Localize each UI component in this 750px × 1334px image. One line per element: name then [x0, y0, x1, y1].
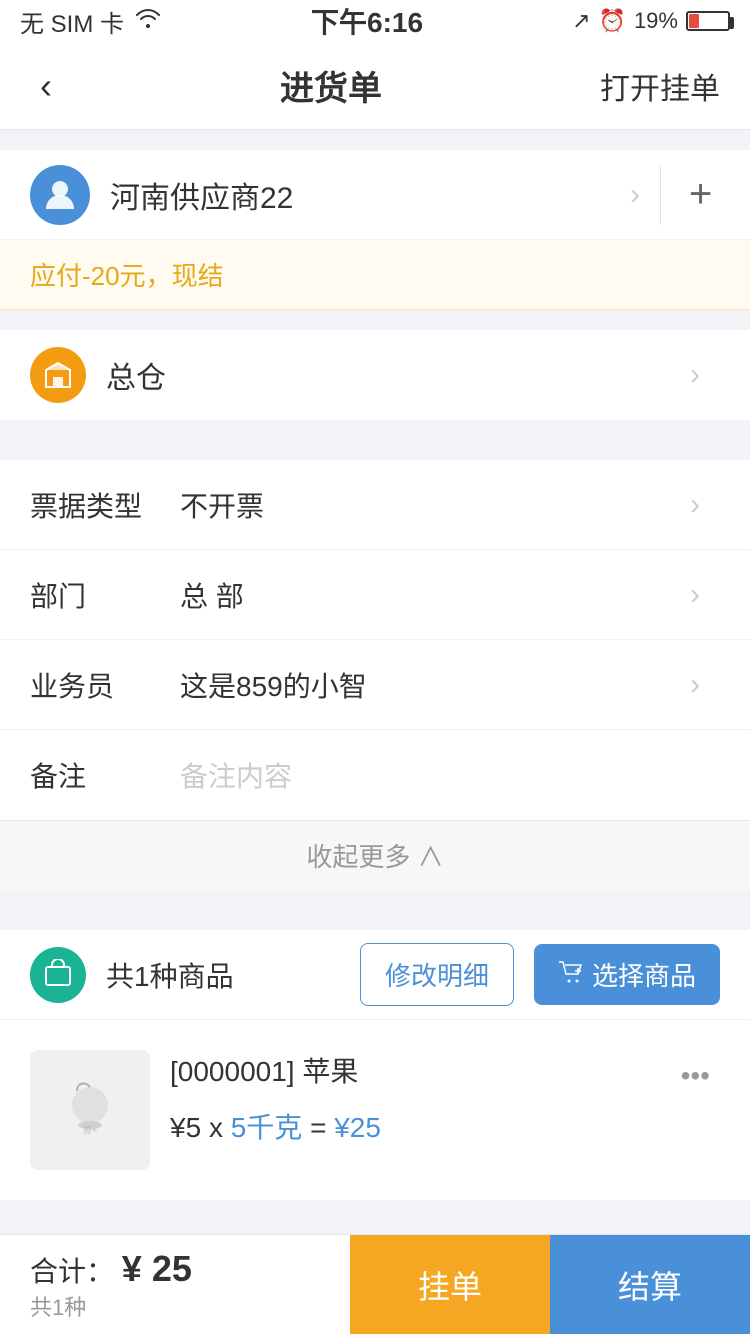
select-products-label: 选择商品: [592, 956, 696, 993]
department-chevron-icon: ›: [690, 578, 700, 612]
salesman-row[interactable]: 业务员 这是859的小智 ›: [0, 640, 750, 730]
product-name: [0000001] 苹果: [170, 1050, 651, 1090]
footer-total-row: 合计： ¥ 25: [30, 1248, 320, 1290]
footer-total-amount: ¥ 25: [122, 1248, 192, 1289]
location-icon: ↗: [572, 8, 590, 34]
chevron-right-icon: ›: [630, 178, 640, 212]
back-button[interactable]: ‹: [30, 55, 62, 117]
product-item: 兽+ [0000001] 苹果 ¥5 x 5千克 = ¥25 •••: [0, 1020, 750, 1200]
remark-row[interactable]: 备注 备注内容: [0, 730, 750, 820]
open-hang-button[interactable]: 打开挂单: [600, 64, 720, 108]
products-header: 共1种商品 修改明细 选择商品: [0, 930, 750, 1020]
product-menu-button[interactable]: •••: [671, 1050, 720, 1102]
product-quantity: 5千克: [231, 1112, 303, 1143]
warning-banner: 应付-20元，现结: [0, 240, 750, 310]
status-bar: 无 SIM 卡 下午6:16 ↗ ⏰ 19%: [0, 0, 750, 42]
remark-label: 备注: [30, 755, 160, 795]
section-gap-4: [0, 890, 750, 910]
products-section: 共1种商品 修改明细 选择商品 兽+: [0, 930, 750, 1200]
invoice-chevron-icon: ›: [690, 488, 700, 522]
carrier-text: 无 SIM 卡: [20, 4, 124, 39]
product-total: ¥25: [334, 1112, 381, 1143]
edit-details-button[interactable]: 修改明细: [360, 943, 514, 1006]
products-icon: [30, 947, 86, 1003]
warehouse-card[interactable]: 总仓 ›: [0, 330, 750, 420]
warehouse-name: 总仓: [106, 353, 690, 397]
salesman-label: 业务员: [30, 665, 160, 705]
product-thumbnail: 兽+: [30, 1050, 150, 1170]
collapse-button[interactable]: 收起更多 ∧: [0, 820, 750, 890]
wifi-icon: [134, 7, 162, 35]
supplier-name: 河南供应商22: [110, 173, 630, 217]
department-row[interactable]: 部门 总 部 ›: [0, 550, 750, 640]
salesman-value: 这是859的小智: [160, 665, 690, 705]
svg-text:兽+: 兽+: [83, 1124, 97, 1135]
battery-percent: 19%: [634, 8, 678, 34]
supplier-row[interactable]: 河南供应商22 › +: [0, 150, 750, 240]
products-count: 共1种商品: [106, 955, 340, 995]
select-products-button[interactable]: 选择商品: [534, 944, 720, 1005]
department-value: 总 部: [160, 575, 690, 615]
warehouse-chevron-icon: ›: [690, 358, 700, 392]
invoice-type-value: 不开票: [160, 485, 690, 525]
invoice-type-label: 票据类型: [30, 485, 160, 525]
status-time: 下午6:16: [311, 1, 423, 41]
warehouse-row[interactable]: 总仓 ›: [0, 330, 750, 420]
section-gap-1: [0, 130, 750, 150]
salesman-chevron-icon: ›: [690, 668, 700, 702]
status-left: 无 SIM 卡: [20, 4, 162, 39]
section-gap-3: [0, 420, 750, 440]
department-label: 部门: [30, 575, 160, 615]
hang-button[interactable]: 挂单: [350, 1235, 550, 1334]
warehouse-icon: [30, 347, 86, 403]
footer-total: 合计： ¥ 25 共1种: [0, 1248, 350, 1322]
footer-total-label: 合计：: [30, 1256, 114, 1287]
supplier-avatar: [30, 165, 90, 225]
page-title: 进货单: [280, 61, 382, 110]
product-price: ¥5 x 5千克 = ¥25: [170, 1106, 651, 1146]
form-section: 票据类型 不开票 › 部门 总 部 › 业务员 这是859的小智 › 备注 备注…: [0, 460, 750, 820]
status-right: ↗ ⏰ 19%: [572, 8, 730, 34]
nav-bar: ‹ 进货单 打开挂单: [0, 42, 750, 130]
product-code: [0000001]: [170, 1056, 295, 1087]
alarm-icon: ⏰: [599, 8, 626, 34]
footer-total-count: 共1种: [30, 1290, 320, 1322]
add-supplier-button[interactable]: +: [660, 165, 720, 225]
footer: 合计： ¥ 25 共1种 挂单 结算: [0, 1234, 750, 1334]
cart-icon: [558, 959, 584, 990]
product-title: 苹果: [302, 1056, 358, 1087]
battery-icon: [686, 11, 730, 31]
settle-button[interactable]: 结算: [550, 1235, 750, 1334]
remark-input[interactable]: 备注内容: [160, 755, 720, 795]
invoice-type-row[interactable]: 票据类型 不开票 ›: [0, 460, 750, 550]
supplier-card: 河南供应商22 › + 应付-20元，现结: [0, 150, 750, 310]
product-info: [0000001] 苹果 ¥5 x 5千克 = ¥25: [170, 1050, 651, 1146]
section-gap-2: [0, 310, 750, 330]
